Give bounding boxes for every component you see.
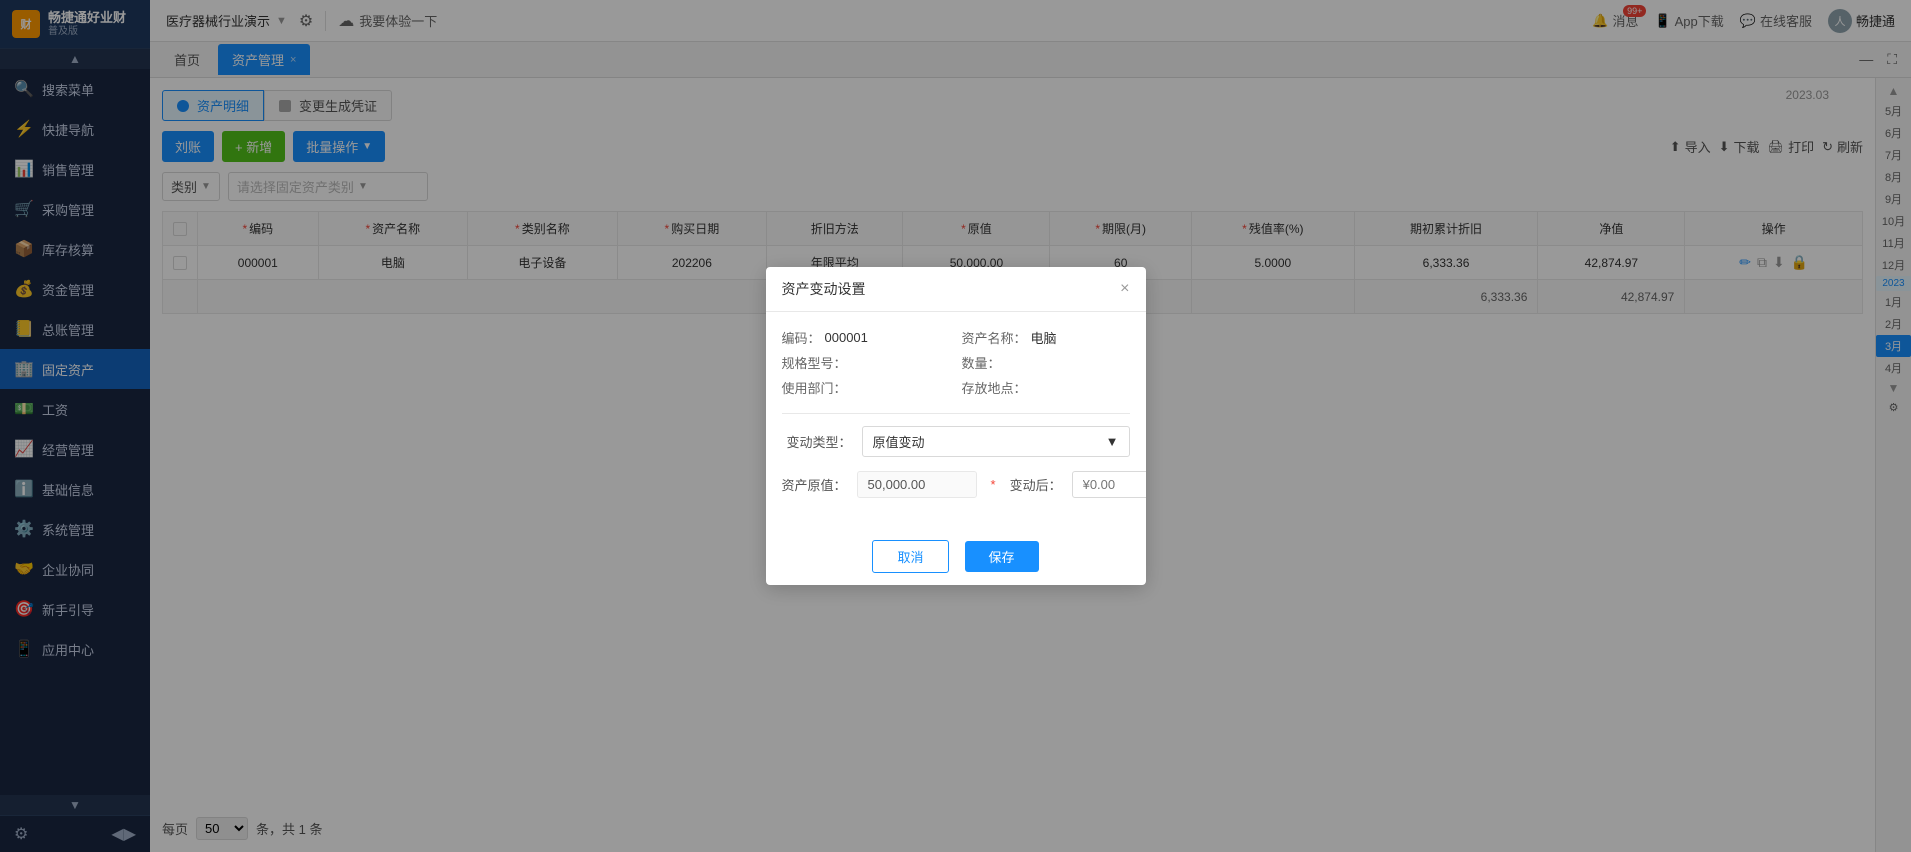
modal-code-item: 编码： 000001: [782, 328, 950, 347]
modal-quantity-label: 数量：: [962, 353, 1001, 372]
save-button[interactable]: 保存: [965, 541, 1039, 572]
modal-asset-name-value: 电脑: [1031, 328, 1057, 347]
modal-footer: 取消 保存: [766, 528, 1146, 585]
modal-code-value: 000001: [825, 330, 868, 345]
change-type-select[interactable]: 原值变动 ▼: [862, 426, 1130, 457]
modal-dept-item: 使用部门：: [782, 378, 950, 397]
modal-code-label: 编码：: [782, 328, 821, 347]
modal-asset-value: 50,000.00: [857, 471, 977, 498]
modal-info-grid: 编码： 000001 资产名称： 电脑 规格型号： 数量： 使用部门：: [782, 328, 1130, 397]
modal-change-type-label: 变动类型：: [782, 432, 852, 451]
asset-change-modal: 资产变动设置 × 编码： 000001 资产名称： 电脑 规格型号： 数量：: [766, 267, 1146, 585]
cancel-button[interactable]: 取消: [872, 540, 948, 573]
modal-divider: [782, 413, 1130, 414]
change-type-arrow: ▼: [1106, 434, 1119, 449]
required-star: *: [991, 477, 996, 492]
modal-spec-label: 规格型号：: [782, 353, 847, 372]
modal-header: 资产变动设置 ×: [766, 267, 1146, 312]
modal-asset-value-label: 资产原值：: [782, 475, 847, 494]
modal-close-btn[interactable]: ×: [1120, 280, 1129, 298]
modal-location-item: 存放地点：: [962, 378, 1130, 397]
modal-spec-item: 规格型号：: [782, 353, 950, 372]
modal-body: 编码： 000001 资产名称： 电脑 规格型号： 数量： 使用部门：: [766, 312, 1146, 528]
change-type-value: 原值变动: [873, 432, 925, 451]
modal-asset-value-field: 资产原值： 50,000.00 * 变动后：: [782, 471, 1130, 498]
modal-overlay: 资产变动设置 × 编码： 000001 资产名称： 电脑 规格型号： 数量：: [0, 0, 1911, 852]
modal-change-type-field: 变动类型： 原值变动 ▼: [782, 426, 1130, 457]
modal-quantity-item: 数量：: [962, 353, 1130, 372]
modal-title: 资产变动设置: [782, 279, 866, 299]
modal-after-label: 变动后：: [1010, 475, 1062, 494]
modal-asset-name-label: 资产名称：: [962, 328, 1027, 347]
modal-dept-label: 使用部门：: [782, 378, 847, 397]
modal-location-label: 存放地点：: [962, 378, 1027, 397]
modal-after-input[interactable]: [1072, 471, 1146, 498]
modal-asset-name-item: 资产名称： 电脑: [962, 328, 1130, 347]
